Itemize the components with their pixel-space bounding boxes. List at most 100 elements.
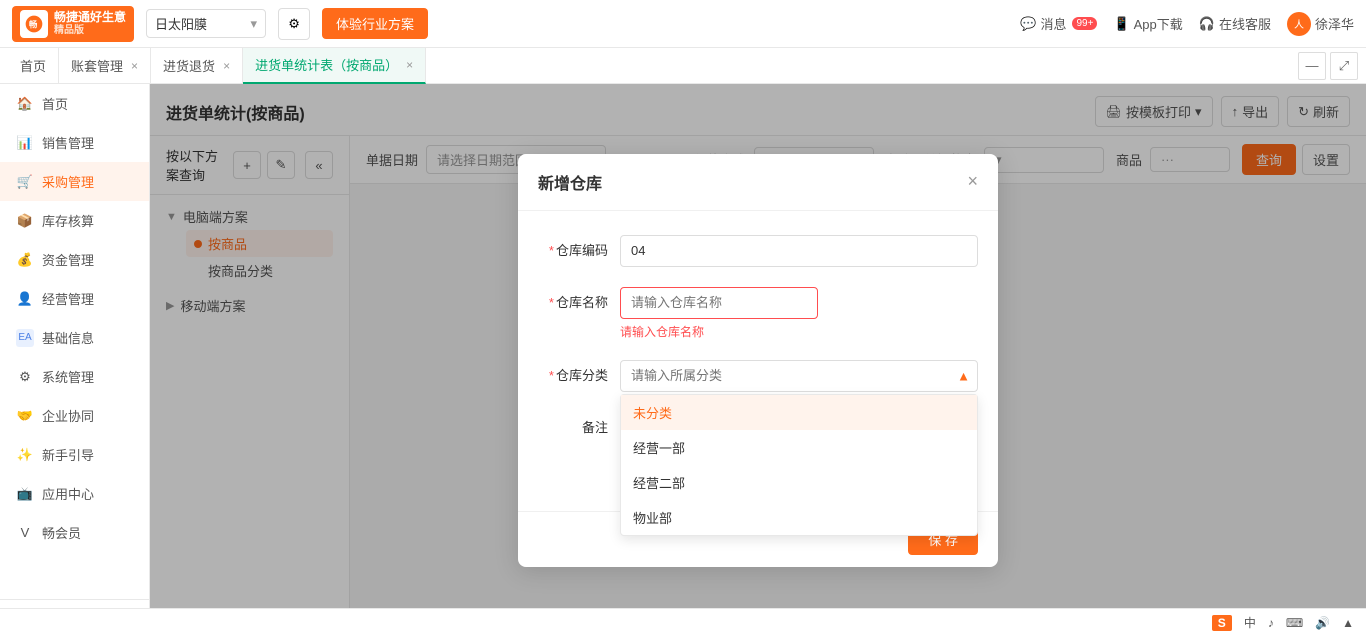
name-input[interactable] xyxy=(620,287,818,319)
app-icon: 📺 xyxy=(16,485,34,503)
member-icon: V xyxy=(16,524,34,542)
tab-accounts-close[interactable]: × xyxy=(131,59,138,73)
tab-purchase-return[interactable]: 进货退货 × xyxy=(151,48,243,84)
app-download-item[interactable]: 📱 App下载 xyxy=(1113,14,1182,33)
purchase-icon: 🛒 xyxy=(16,173,34,191)
trial-button[interactable]: 体验行业方案 xyxy=(322,8,428,39)
stock-icon: 📦 xyxy=(16,212,34,230)
modal-title: 新增仓库 xyxy=(538,170,602,194)
gear-icon: ⚙ xyxy=(288,16,300,32)
name-error-area: 请输入仓库名称 xyxy=(620,321,704,340)
tab-home[interactable]: 首页 xyxy=(8,48,59,84)
tab-minimize-btn[interactable]: — xyxy=(1298,52,1326,80)
tab-purchase-return-label: 进货退货 xyxy=(163,56,215,75)
tab-bar-actions: — ⤢ xyxy=(1298,52,1358,80)
modal-close-btn[interactable]: × xyxy=(967,171,978,192)
tab-purchase-stats-label: 进货单统计表（按商品） xyxy=(255,55,398,74)
messages-badge: 99+ xyxy=(1072,17,1097,30)
form-row-name: 仓库名称 请输入仓库名称 xyxy=(538,287,978,340)
sidebar-item-member-label: 畅会员 xyxy=(42,523,81,542)
headset-icon: 🎧 xyxy=(1199,16,1215,32)
logo-icon: 畅 xyxy=(20,10,48,38)
sidebar-item-guide[interactable]: ✨ 新手引导 xyxy=(0,435,149,474)
new-warehouse-modal: 新增仓库 × 仓库编码 仓库名称 xyxy=(518,154,998,567)
sidebar-item-biz[interactable]: 👤 经营管理 xyxy=(0,279,149,318)
name-control xyxy=(620,287,818,319)
sidebar-item-member[interactable]: V 畅会员 xyxy=(0,513,149,552)
category-control: ▲ 未分类 经营一部 经营二部 物业部 xyxy=(620,360,978,392)
user-name: 徐泽华 xyxy=(1315,14,1354,33)
service-item[interactable]: 🎧 在线客服 xyxy=(1199,14,1271,33)
tab-purchase-stats[interactable]: 进货单统计表（按商品） × xyxy=(243,48,426,84)
form-row-code: 仓库编码 xyxy=(538,235,978,267)
logo-sub: 精品版 xyxy=(54,25,126,37)
header-right: 💬 消息 99+ 📱 App下载 🎧 在线客服 人 徐泽华 xyxy=(1020,12,1354,36)
home-icon: 🏠 xyxy=(16,95,34,113)
tab-accounts[interactable]: 账套管理 × xyxy=(59,48,151,84)
sidebar: 🏠 首页 📊 销售管理 🛒 采购管理 📦 库存核算 💰 资金管理 👤 经营管理 … xyxy=(0,84,150,636)
phone-icon: 📱 xyxy=(1113,16,1129,32)
category-dropdown: 未分类 经营一部 经营二部 物业部 xyxy=(620,394,978,536)
app-label: App下载 xyxy=(1134,14,1183,33)
avatar: 人 xyxy=(1287,12,1311,36)
tab-home-label: 首页 xyxy=(20,56,46,75)
category-input[interactable] xyxy=(620,360,978,392)
sidebar-item-base[interactable]: EA 基础信息 xyxy=(0,318,149,357)
bottom-bar: S 中 ♪ ⌨ 🔊 ▲ xyxy=(0,608,1366,636)
service-label: 在线客服 xyxy=(1219,14,1271,33)
main-layout: 🏠 首页 📊 销售管理 🛒 采购管理 📦 库存核算 💰 资金管理 👤 经营管理 … xyxy=(0,84,1366,636)
messages-item[interactable]: 💬 消息 99+ xyxy=(1020,14,1097,33)
sidebar-item-system-label: 系统管理 xyxy=(42,367,94,386)
note-label: 备注 xyxy=(538,412,608,444)
guide-icon: ✨ xyxy=(16,446,34,464)
sidebar-item-collab[interactable]: 🤝 企业协同 xyxy=(0,396,149,435)
sidebar-item-stock[interactable]: 📦 库存核算 xyxy=(0,201,149,240)
name-error-tip: 请输入仓库名称 xyxy=(620,323,704,340)
sidebar-item-biz-label: 经营管理 xyxy=(42,289,94,308)
sidebar-item-sales[interactable]: 📊 销售管理 xyxy=(0,123,149,162)
gear-button[interactable]: ⚙ xyxy=(278,8,310,40)
dropdown-item-property[interactable]: 物业部 xyxy=(621,500,977,535)
collab-icon: 🤝 xyxy=(16,407,34,425)
code-input[interactable] xyxy=(620,235,978,267)
sidebar-item-base-label: 基础信息 xyxy=(42,328,94,347)
store-selector[interactable]: 日太阳膜 ▾ xyxy=(146,9,266,38)
s-logo: S xyxy=(1212,615,1232,631)
content-area: 进货单统计(按商品) 🖨 按模板打印 ▾ ↑ 导出 ↻ 刷新 xyxy=(150,84,1366,636)
sidebar-item-collab-label: 企业协同 xyxy=(42,406,94,425)
dropdown-item-uncategorized[interactable]: 未分类 xyxy=(621,395,977,430)
tab-expand-btn[interactable]: ⤢ xyxy=(1330,52,1358,80)
logo-area: 畅 畅捷通好生意 精品版 xyxy=(12,6,134,42)
select-arrow-up-icon[interactable]: ▲ xyxy=(957,368,970,383)
sidebar-item-purchase[interactable]: 🛒 采购管理 xyxy=(0,162,149,201)
sidebar-item-stock-label: 库存核算 xyxy=(42,211,94,230)
lang-icon[interactable]: 中 xyxy=(1244,614,1256,631)
base-icon: EA xyxy=(16,329,34,347)
tab-purchase-stats-close[interactable]: × xyxy=(406,58,413,72)
biz-icon: 👤 xyxy=(16,290,34,308)
sound-icon[interactable]: ♪ xyxy=(1268,616,1274,630)
sidebar-item-system[interactable]: ⚙ 系统管理 xyxy=(0,357,149,396)
dropdown-item-dept1[interactable]: 经营一部 xyxy=(621,430,977,465)
sidebar-item-home-label: 首页 xyxy=(42,94,68,113)
modal-header: 新增仓库 × xyxy=(518,154,998,211)
sidebar-item-home[interactable]: 🏠 首页 xyxy=(0,84,149,123)
keyboard-icon[interactable]: ⌨ xyxy=(1286,616,1303,630)
sidebar-item-app[interactable]: 📺 应用中心 xyxy=(0,474,149,513)
logo-text: 畅捷通好生意 xyxy=(54,10,126,24)
dropdown-item-dept2[interactable]: 经营二部 xyxy=(621,465,977,500)
fund-icon: 💰 xyxy=(16,251,34,269)
sidebar-item-fund[interactable]: 💰 资金管理 xyxy=(0,240,149,279)
category-label: 仓库分类 xyxy=(538,360,608,392)
user-item[interactable]: 人 徐泽华 xyxy=(1287,12,1354,36)
code-control xyxy=(620,235,978,267)
sales-icon: 📊 xyxy=(16,134,34,152)
tab-purchase-return-close[interactable]: × xyxy=(223,59,230,73)
form-row-category: 仓库分类 ▲ 未分类 经营一部 经营二部 物业部 xyxy=(538,360,978,392)
tab-accounts-label: 账套管理 xyxy=(71,56,123,75)
volume-icon[interactable]: 🔊 xyxy=(1315,616,1330,630)
top-header: 畅 畅捷通好生意 精品版 日太阳膜 ▾ ⚙ 体验行业方案 💬 消息 99+ 📱 … xyxy=(0,0,1366,48)
expand-icon[interactable]: ▲ xyxy=(1342,616,1354,630)
modal-overlay[interactable]: 新增仓库 × 仓库编码 仓库名称 xyxy=(150,84,1366,636)
message-icon: 💬 xyxy=(1020,16,1036,32)
